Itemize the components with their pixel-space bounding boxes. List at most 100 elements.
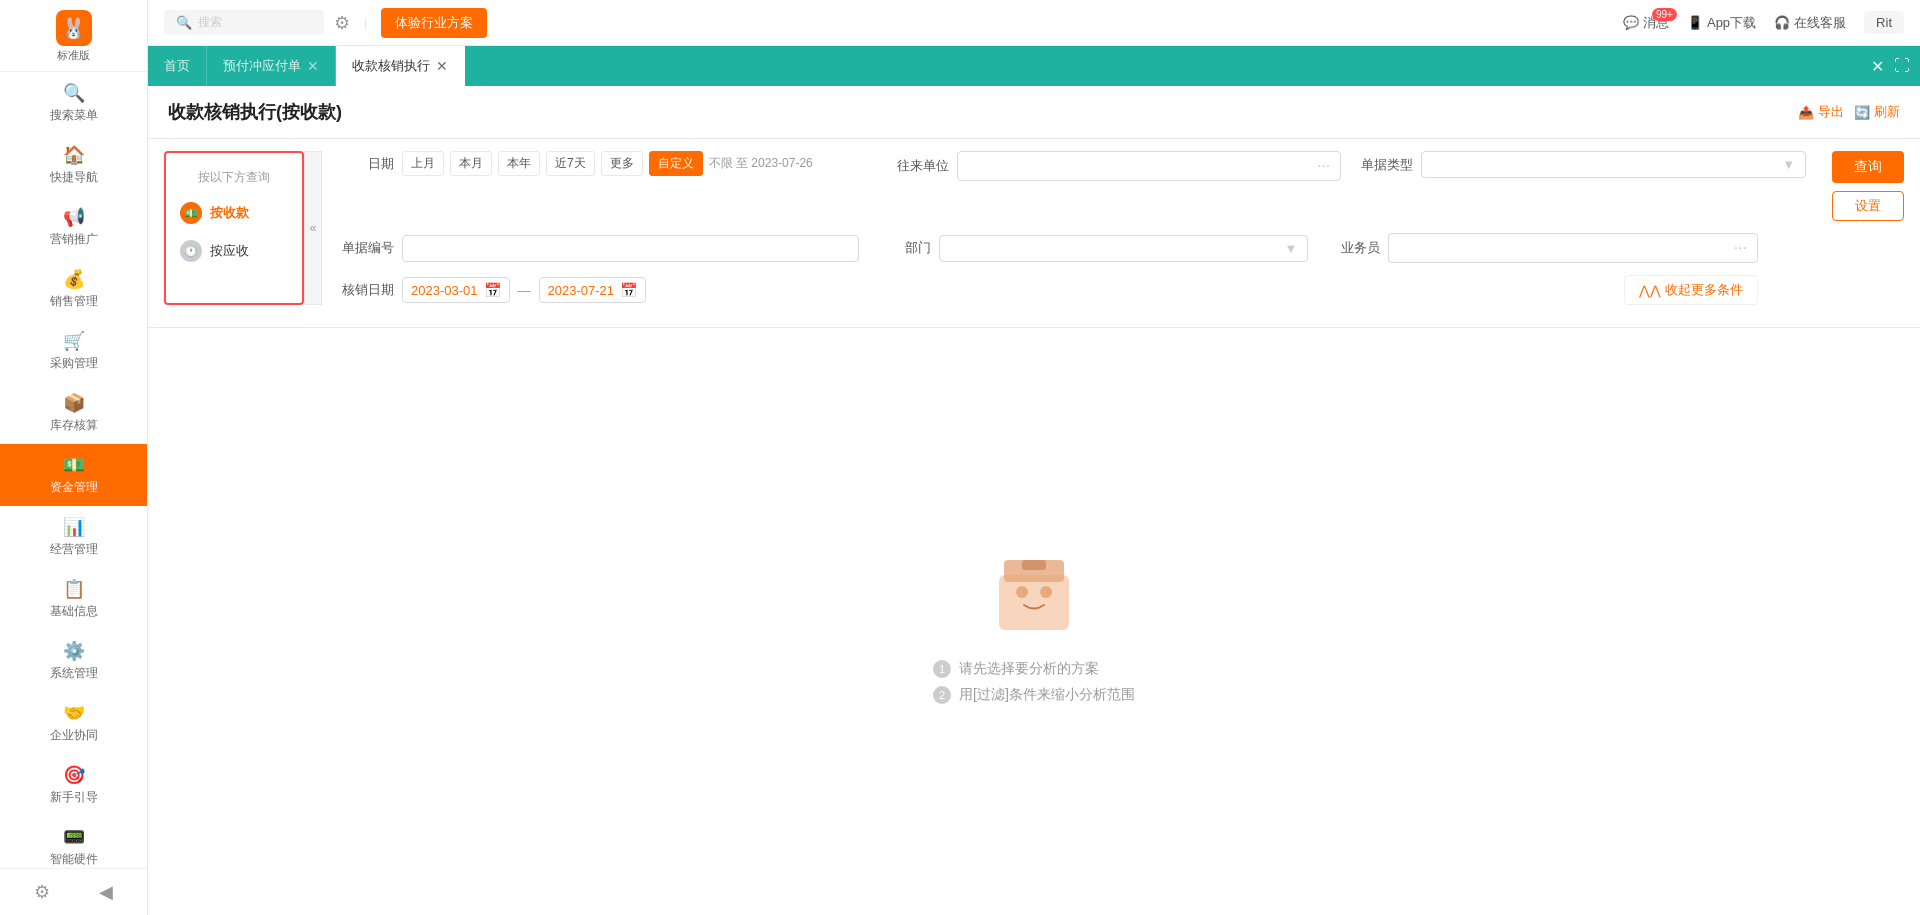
app-download-item[interactable]: 📱 App下载	[1687, 14, 1756, 32]
refresh-label: 刷新	[1874, 103, 1900, 121]
search-icon: 🔍	[176, 15, 192, 30]
main-content-area: 1 请先选择要分析的方案 2 用[过滤]条件来缩小分析范围	[148, 328, 1920, 915]
app-label: App下载	[1707, 14, 1756, 32]
partner-input[interactable]: ···	[957, 151, 1342, 181]
service-item[interactable]: 🎧 在线客服	[1774, 14, 1846, 32]
service-label: 在线客服	[1794, 14, 1846, 32]
sidebar-item-label: 搜索菜单	[50, 107, 98, 124]
sidebar-item-label: 系统管理	[50, 665, 98, 682]
basic-icon: 📋	[63, 578, 85, 600]
page-title: 收款核销执行(按收款)	[168, 100, 342, 138]
tabbar-spacer	[465, 46, 1861, 86]
sidebar-item-hardware[interactable]: 📟 智能硬件	[0, 816, 147, 868]
verify-date-label: 核销日期	[338, 281, 394, 299]
tab-home[interactable]: 首页	[148, 46, 207, 86]
date-7days[interactable]: 近7天	[546, 151, 595, 176]
collapse-more-button[interactable]: ⋀⋀ 收起更多条件	[1624, 275, 1758, 305]
verify-date-start[interactable]: 2023-03-01 📅	[402, 277, 510, 303]
doc-no-input[interactable]	[402, 235, 859, 262]
tab-prepaid-close-icon[interactable]: ✕	[307, 58, 319, 74]
chevron-up-icon: ⋀⋀	[1639, 283, 1661, 298]
tabbar-controls: ✕ ⛶	[1861, 46, 1920, 86]
settings-button[interactable]: 设置	[1832, 191, 1904, 221]
query-button[interactable]: 查询	[1832, 151, 1904, 183]
topbar-search[interactable]: 🔍 搜索	[164, 10, 324, 35]
sidebar-item-label: 企业协同	[50, 727, 98, 744]
sidebar-item-purchase[interactable]: 🛒 采购管理	[0, 320, 147, 382]
sales-icon: 💰	[63, 268, 85, 290]
doc-type-select[interactable]: ▼	[1421, 151, 1806, 178]
sidebar-item-label: 基础信息	[50, 603, 98, 620]
tab-prepaid-label: 预付冲应付单	[223, 57, 301, 75]
sidebar-item-sales[interactable]: 💰 销售管理	[0, 258, 147, 320]
message-item[interactable]: 💬 消息 99+	[1623, 14, 1669, 32]
sidebar-logo: 🐰 标准版	[0, 0, 147, 72]
marketing-icon: 📢	[63, 206, 85, 228]
partner-label: 往来单位	[893, 157, 949, 175]
sidebar-collapse-icon[interactable]: ◀	[99, 881, 113, 903]
sidebar-item-ops[interactable]: 📊 经营管理	[0, 506, 147, 568]
filter-wrapper: 按以下方查询 💵 按收款 🕐 按应收 « 日期	[148, 139, 1920, 328]
verify-date-end[interactable]: 2023-07-21 📅	[539, 277, 647, 303]
date-this-month[interactable]: 本月	[450, 151, 492, 176]
user-info[interactable]: Rit	[1864, 11, 1904, 34]
sidebar-item-label: 销售管理	[50, 293, 98, 310]
receipt-icon: 💵	[180, 202, 202, 224]
solution-button[interactable]: 体验行业方案	[381, 8, 487, 38]
empty-state: 1 请先选择要分析的方案 2 用[过滤]条件来缩小分析范围	[148, 328, 1920, 915]
staff-input[interactable]: ···	[1388, 233, 1758, 263]
verify-date-start-value: 2023-03-01	[411, 283, 478, 298]
date-label: 日期	[338, 155, 394, 173]
sidebar-item-system[interactable]: ⚙️ 系统管理	[0, 630, 147, 692]
dept-label: 部门	[875, 239, 931, 257]
export-label: 导出	[1818, 103, 1844, 121]
date-this-year[interactable]: 本年	[498, 151, 540, 176]
app-icon: 📱	[1687, 15, 1703, 30]
tab-receivable[interactable]: 收款核销执行 ✕	[336, 46, 465, 86]
svg-rect-2	[1022, 560, 1046, 570]
date-last-month[interactable]: 上月	[402, 151, 444, 176]
export-button[interactable]: 📤 导出	[1798, 103, 1844, 121]
date-dash: —	[518, 283, 531, 298]
sidebar-item-basic[interactable]: 📋 基础信息	[0, 568, 147, 630]
filter-sidebar: 按以下方查询 💵 按收款 🕐 按应收	[164, 151, 304, 305]
tab-receivable-close-icon[interactable]: ✕	[436, 58, 448, 74]
date-more[interactable]: 更多	[601, 151, 643, 176]
sidebar-item-quick-nav[interactable]: 🏠 快捷导航	[0, 134, 147, 196]
topbar-gear-icon[interactable]: ⚙	[334, 12, 350, 34]
sidebar-item-label: 经营管理	[50, 541, 98, 558]
app-logo-text: 标准版	[57, 48, 90, 63]
tab-expand-icon[interactable]: ⛶	[1894, 57, 1910, 75]
message-badge: 99+	[1652, 8, 1677, 21]
sidebar-nav: 🔍 搜索菜单 🏠 快捷导航 📢 营销推广 💰 销售管理 🛒 采购管理 📦 库存核…	[0, 72, 147, 868]
sidebar-item-guide[interactable]: 🎯 新手引导	[0, 754, 147, 816]
search-menu-icon: 🔍	[63, 82, 85, 104]
topbar-right: 💬 消息 99+ 📱 App下载 🎧 在线客服 Rit	[1623, 11, 1904, 34]
date-custom[interactable]: 自定义	[649, 151, 703, 176]
sidebar-settings-icon[interactable]: ⚙	[34, 881, 50, 903]
filter-item-by-receivable-label: 按应收	[210, 242, 249, 260]
user-name: Rit	[1876, 15, 1892, 30]
sidebar-item-marketing[interactable]: 📢 营销推广	[0, 196, 147, 258]
filter-item-by-receipt[interactable]: 💵 按收款	[166, 194, 302, 232]
dept-select[interactable]: ▼	[939, 235, 1309, 262]
enterprise-icon: 🤝	[63, 702, 85, 724]
sidebar-item-search-menu[interactable]: 🔍 搜索菜单	[0, 72, 147, 134]
svg-point-4	[1040, 586, 1052, 598]
tip-num-1: 1	[933, 660, 951, 678]
sidebar-item-label: 快捷导航	[50, 169, 98, 186]
sidebar-item-enterprise[interactable]: 🤝 企业协同	[0, 692, 147, 754]
empty-tip-1: 1 请先选择要分析的方案	[933, 660, 1135, 678]
sidebar-item-funds[interactable]: 💵 资金管理	[0, 444, 147, 506]
chevron-down-icon: ▼	[1782, 157, 1795, 172]
page-header-actions: 📤 导出 🔄 刷新	[1798, 103, 1900, 135]
tab-close-all-icon[interactable]: ✕	[1871, 57, 1884, 76]
tab-prepaid[interactable]: 预付冲应付单 ✕	[207, 46, 336, 86]
system-icon: ⚙️	[63, 640, 85, 662]
receivable-icon: 🕐	[180, 240, 202, 262]
collapse-more-label: 收起更多条件	[1665, 281, 1743, 299]
filter-item-by-receivable[interactable]: 🕐 按应收	[166, 232, 302, 270]
refresh-button[interactable]: 🔄 刷新	[1854, 103, 1900, 121]
filter-collapse-toggle[interactable]: «	[304, 151, 322, 305]
sidebar-item-inventory[interactable]: 📦 库存核算	[0, 382, 147, 444]
